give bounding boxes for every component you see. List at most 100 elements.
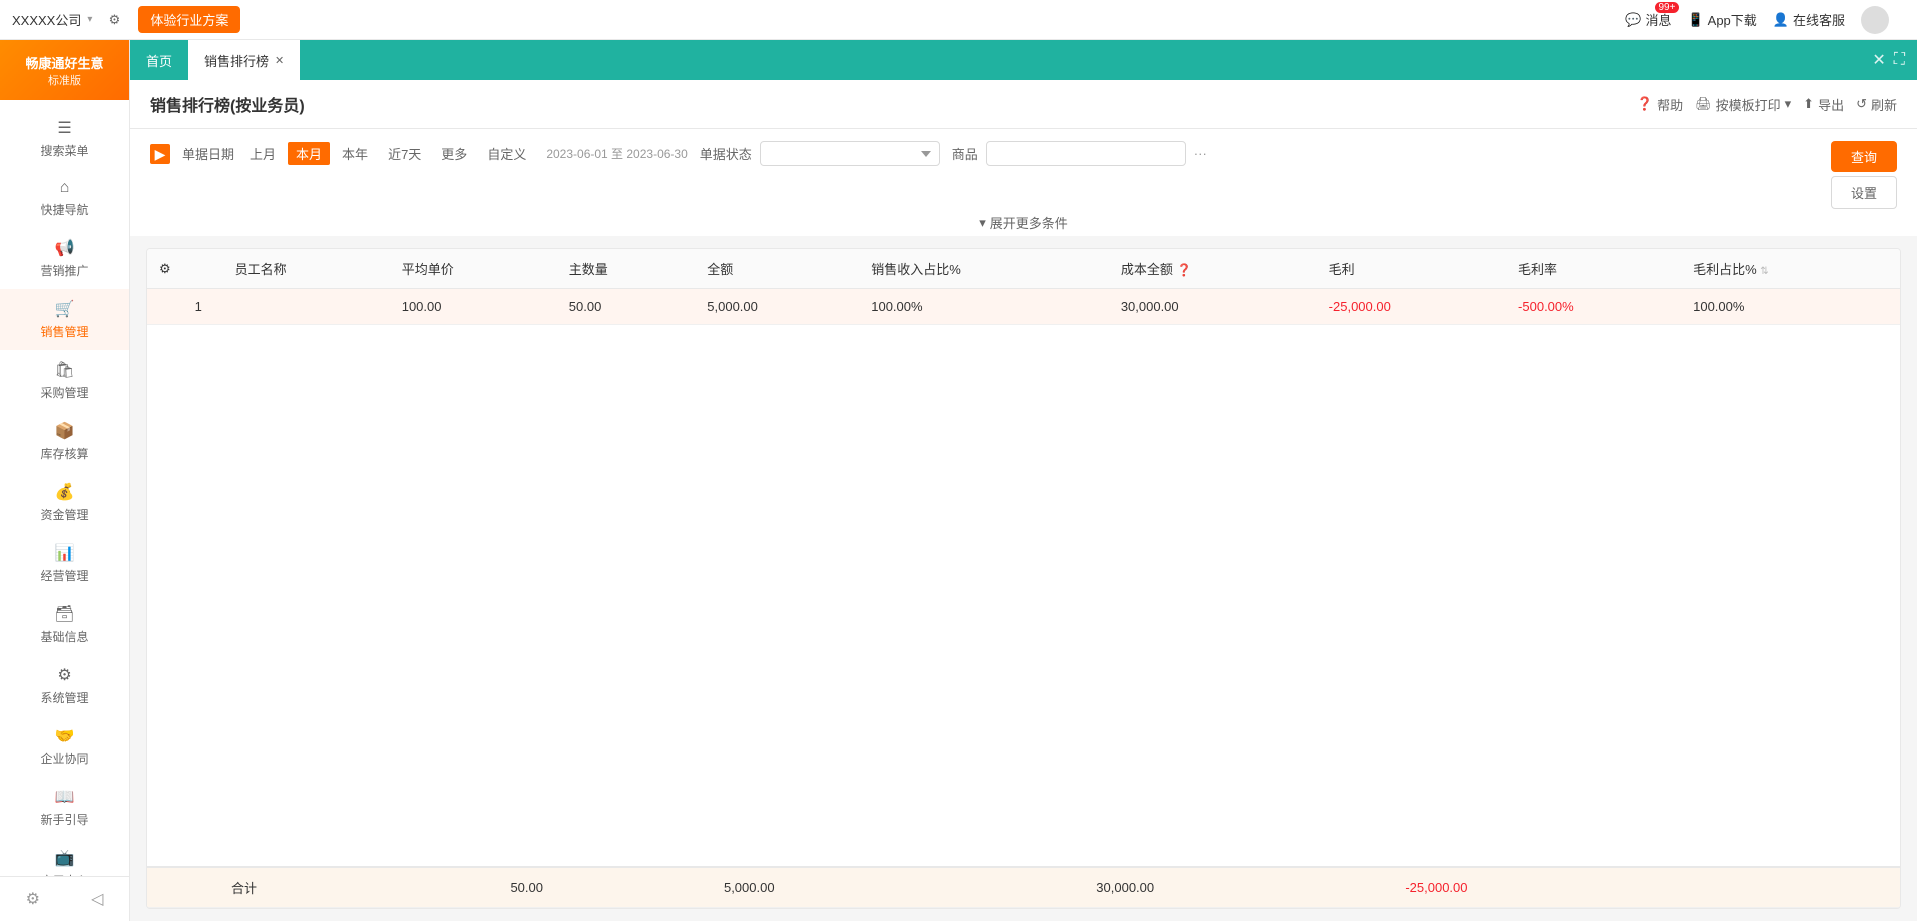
refresh-button[interactable]: ↺ 刷新 [1856,95,1897,114]
col-header-settings[interactable]: ⚙ [147,249,183,289]
query-button[interactable]: 查询 [1831,141,1897,172]
template-print-button[interactable]: 🖨 按模板打印 ▾ [1695,95,1791,114]
row-gross-margin: -500.00% [1506,289,1681,325]
date-filter-label: 单据日期 [182,144,234,163]
sidebar-item-inventory[interactable]: 📦 库存核算 [0,411,129,472]
help-button[interactable]: ❓ 帮助 [1637,95,1683,114]
date-opt-this-month[interactable]: 本月 [288,142,330,165]
collapse-arrow-button[interactable]: ▶ [150,144,170,164]
footer-main-qty: 50.00 [498,868,712,908]
message-icon: 💬 [1625,12,1641,28]
avatar[interactable] [1861,6,1889,34]
footer-cost: 30,000.00 [1084,868,1393,908]
sidebar-item-system[interactable]: ⚙ 系统管理 [0,655,129,716]
table-header: ⚙ 员工名称 平均单价 主数量 全额 销售收入占比% 成本全额 ❓ 毛利 毛利率 [147,249,1900,289]
col-header-rank [183,249,223,289]
company-selector[interactable]: XXXXX公司 ▾ [12,10,92,29]
date-opt-more[interactable]: 更多 [433,142,475,165]
goods-filter-label: 商品 [952,144,978,163]
table-area: ⚙ 员工名称 平均单价 主数量 全额 销售收入占比% 成本全额 ❓ 毛利 毛利率 [146,248,1901,909]
tab-sales-ranking[interactable]: 销售排行榜 ✕ [188,40,300,80]
sidebar-item-finance[interactable]: 💰 资金管理 [0,472,129,533]
setting-button[interactable]: 设置 [1831,176,1897,209]
sidebar-collapse-icon[interactable]: ◁ [91,889,103,909]
row-amount: 5,000.00 [695,289,859,325]
sidebar-item-sales[interactable]: 🛒 销售管理 [0,289,129,350]
sidebar-item-marketing[interactable]: 📢 营销推广 [0,228,129,289]
goods-input[interactable] [986,141,1186,166]
col-header-gross-profit: 毛利 [1317,249,1506,289]
trial-button[interactable]: 体验行业方案 [138,6,240,33]
date-filter: 单据日期 上月 本月 本年 近7天 更多 自定义 2023-06-01 至 20… [182,142,688,165]
row-rank: 1 [183,289,223,325]
goods-filter: 商品 ··· [952,141,1207,166]
date-range-display: 2023-06-01 至 2023-06-30 [546,145,687,162]
tab-close-icon[interactable]: ✕ [275,54,284,67]
print-dropdown-icon: ▾ [1785,96,1792,112]
sidebar-label-system: 系统管理 [40,689,88,706]
goods-more-icon[interactable]: ··· [1194,146,1207,161]
status-select[interactable] [760,141,940,166]
expand-down-icon: ▾ [979,215,986,231]
row-settings [147,289,183,325]
window-restore-icon[interactable]: ⛶ [1894,51,1905,69]
footer-settings-col [147,868,179,908]
col-header-cost: 成本全额 ❓ [1109,249,1317,289]
sidebar-item-quick-nav[interactable]: ⌂ 快捷导航 [0,169,129,228]
cost-help-icon[interactable]: ❓ [1176,263,1191,277]
date-opt-custom[interactable]: 自定义 [479,142,534,165]
chevron-down-icon: ▾ [87,14,92,25]
date-options: 上月 本月 本年 近7天 更多 自定义 [242,142,534,165]
row-gross-ratio: 100.00% [1681,289,1900,325]
sidebar-item-guide[interactable]: 📖 新手引导 [0,777,129,838]
tab-sales-ranking-label: 销售排行榜 [204,51,269,70]
online-service-button[interactable]: 👤 在线客服 [1773,10,1845,29]
page-content: 销售排行榜(按业务员) ❓ 帮助 🖨 按模板打印 ▾ ⬆ 导出 [130,80,1917,921]
guide-icon: 📖 [55,787,75,807]
marketing-icon: 📢 [55,238,75,258]
row-employee [223,289,390,325]
sidebar-item-purchase[interactable]: 🛍 采购管理 [0,350,129,411]
row-gross-profit: -25,000.00 [1317,289,1506,325]
logo-subtitle: 标准版 [48,72,81,88]
date-opt-this-year[interactable]: 本年 [334,142,376,165]
settings-icon[interactable]: ⚙ [100,6,128,34]
top-bar: XXXXX公司 ▾ ⚙ 体验行业方案 💬 消息 99+ 📱 App下载 👤 在线… [0,0,1917,40]
sidebar-item-app-center[interactable]: 📺 应用中心 [0,838,129,876]
sidebar-item-enterprise[interactable]: 🤝 企业协同 [0,716,129,777]
col-header-employee: 员工名称 [223,249,390,289]
sidebar-items: ☰ 搜索菜单 ⌂ 快捷导航 📢 营销推广 🛒 销售管理 🛍 采购管理 📦 库 [0,100,129,876]
status-filter: 单据状态 [700,141,940,166]
footer-row: 合计 50.00 5,000.00 30,000.00 -25,000.00 [147,868,1900,908]
table-wrapper: ⚙ 员工名称 平均单价 主数量 全额 销售收入占比% 成本全额 ❓ 毛利 毛利率 [147,249,1900,866]
sidebar-label-inventory: 库存核算 [40,445,88,462]
export-button[interactable]: ⬆ 导出 [1803,95,1844,114]
page-header: 销售排行榜(按业务员) ❓ 帮助 🖨 按模板打印 ▾ ⬆ 导出 [130,80,1917,129]
sidebar-label-purchase: 采购管理 [40,384,88,401]
row-cost: 30,000.00 [1109,289,1317,325]
sidebar-settings-icon[interactable]: ⚙ [26,889,40,909]
gross-ratio-sort-icon[interactable]: ⇅ [1760,266,1768,277]
sidebar-item-search-order[interactable]: ☰ 搜索菜单 [0,108,129,169]
table-footer: 合计 50.00 5,000.00 30,000.00 -25,000.00 [147,866,1900,908]
enterprise-icon: 🤝 [55,726,75,746]
date-opt-last-month[interactable]: 上月 [242,142,284,165]
search-icon: ☰ [57,118,71,138]
data-table: ⚙ 员工名称 平均单价 主数量 全额 销售收入占比% 成本全额 ❓ 毛利 毛利率 [147,249,1900,325]
app-download-button[interactable]: 📱 App下载 [1687,10,1756,29]
window-close-icon[interactable]: ✕ [1872,50,1885,70]
message-button[interactable]: 💬 消息 99+ [1625,10,1671,29]
date-opt-7days[interactable]: 近7天 [380,142,429,165]
table-body: 1 100.00 50.00 5,000.00 100.00% 30,000.0… [147,289,1900,325]
footer-sales-ratio [994,868,1085,908]
table-row: 1 100.00 50.00 5,000.00 100.00% 30,000.0… [147,289,1900,325]
row-sales-ratio: 100.00% [859,289,1109,325]
footer-amount: 5,000.00 [712,868,994,908]
expand-conditions-button[interactable]: ▾ 展开更多条件 [979,213,1068,232]
service-icon: 👤 [1773,12,1789,28]
tab-right-actions: ✕ ⛶ [1872,50,1917,70]
purchase-icon: 🛍 [54,360,74,380]
sidebar-item-operations[interactable]: 📊 经营管理 [0,533,129,594]
tab-home[interactable]: 首页 [130,40,188,80]
sidebar-item-basic-info[interactable]: 🗃 基础信息 [0,594,129,655]
